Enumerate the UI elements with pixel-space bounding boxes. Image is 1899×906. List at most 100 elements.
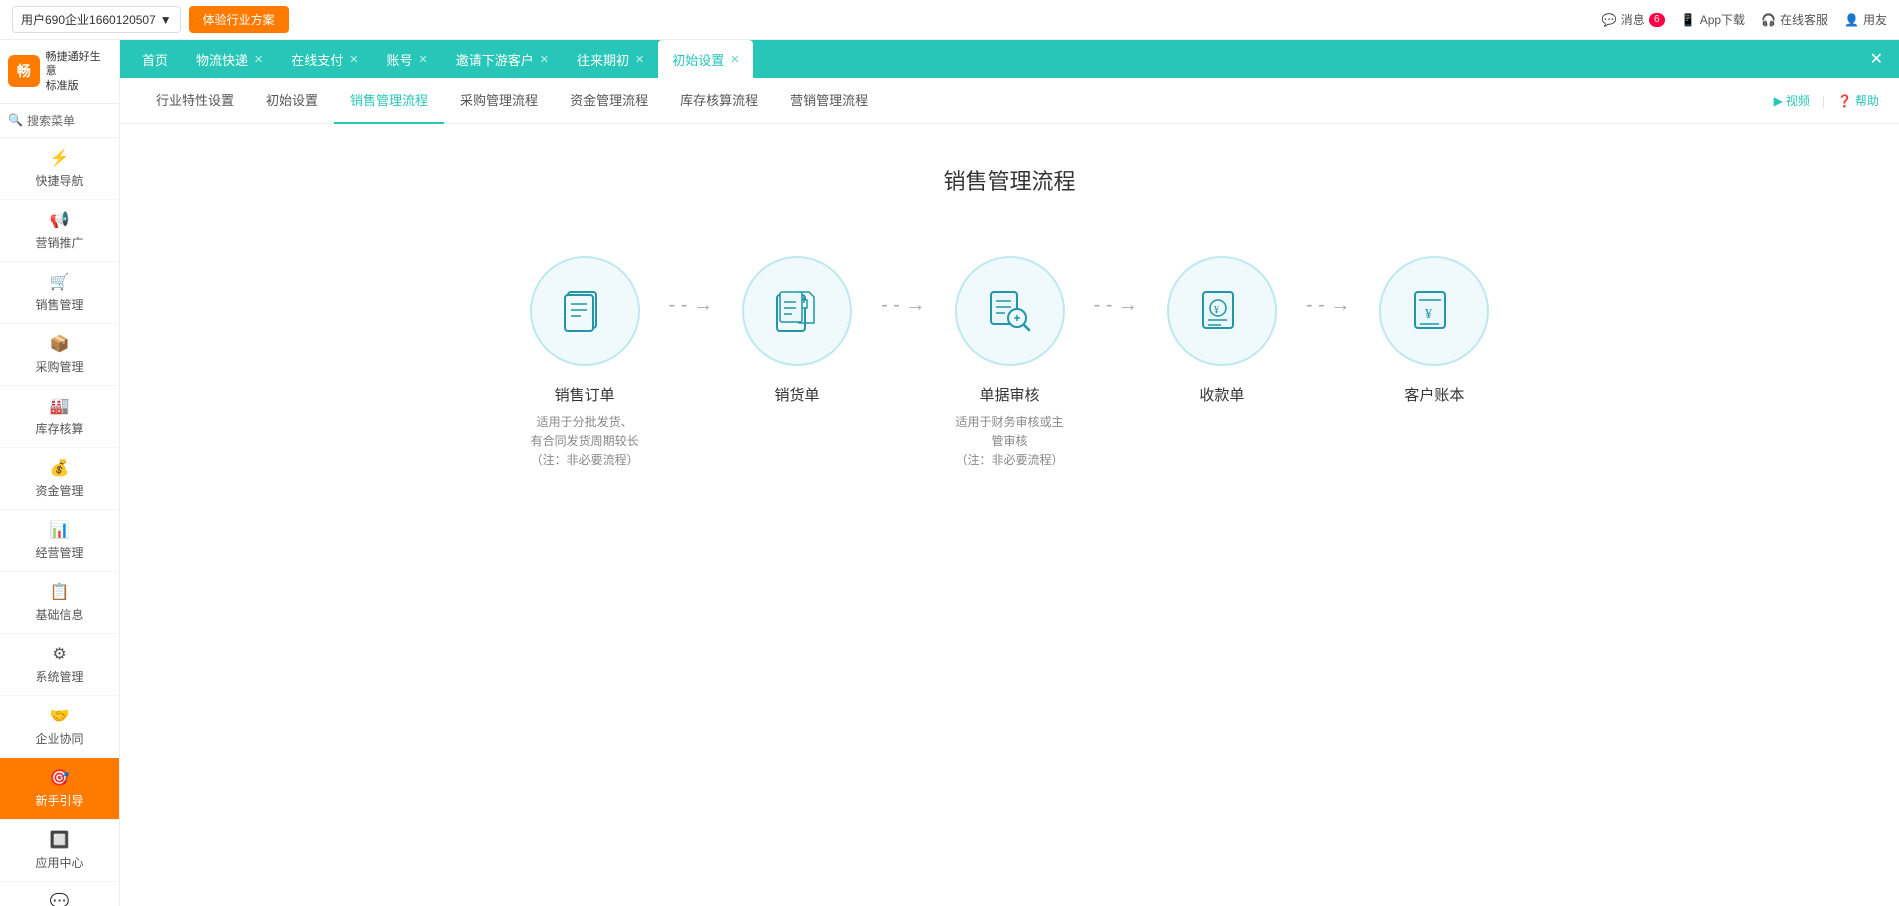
flow-circle-receipt: ¥ xyxy=(1167,256,1277,366)
sidebar-item-inventory[interactable]: 🏭 库存核算 xyxy=(0,386,119,448)
sidebar-item-enterprise-collab[interactable]: 🤝 企业协同 xyxy=(0,696,119,758)
sidebar-label-finance: 资金管理 xyxy=(35,482,83,499)
page-content: 行业特性设置初始设置 销售管理流程采购管理流程资金管理流程库存核算流程 营销管理流程… xyxy=(120,78,1899,906)
purchase-icon: 📦 xyxy=(50,334,70,354)
headset-icon: 🎧 xyxy=(1761,13,1776,27)
sub-tab-industry[interactable]: 行业特性设置 xyxy=(140,78,250,124)
sidebar-label-sales: 销售管理 xyxy=(35,296,83,313)
flow-content: 销售管理流程 销售订单 适用于分批发货、有合同发货周期较长（注：非必要流程） -… xyxy=(120,124,1899,511)
app-icon: 📱 xyxy=(1681,13,1696,27)
flow-step-name-doc-review: 单据审核 xyxy=(979,384,1039,405)
sub-tabs: 行业特性设置初始设置 销售管理流程采购管理流程资金管理流程库存核算流程 营销管理流程… xyxy=(120,78,1899,124)
flow-step-doc-review[interactable]: 单据审核 适用于财务审核或主管审核（注：非必要流程） xyxy=(930,256,1090,471)
flow-step-name-sales-invoice: 销货单 xyxy=(775,384,820,405)
close-tab-logistics[interactable]: ✕ xyxy=(254,53,263,66)
sub-tab-label-sales-flow: 销售管理流程 xyxy=(350,90,428,109)
close-tab-account[interactable]: ✕ xyxy=(419,53,428,66)
sidebar-label-quick-nav: 快捷导航 xyxy=(35,172,83,189)
main-layout: 畅 畅捷通好生意 标准版 🔍 搜索菜单 ⚡ 快捷导航 📢 营销推广 🛒 销售管理… xyxy=(0,40,1899,906)
nav-tab-account[interactable]: 账号 ✕ xyxy=(372,40,441,78)
nav-tab-payment[interactable]: 在线支付✕ xyxy=(277,40,372,78)
nav-tab-invite[interactable]: 邀请下游客户 ✕ xyxy=(442,40,563,78)
flow-step-desc-doc-review: 适用于财务审核或主管审核（注：非必要流程） xyxy=(955,413,1063,471)
flow-arrow-1: - - → xyxy=(665,294,717,317)
message-icon: 💬 xyxy=(1602,13,1617,27)
enterprise-collab-icon: 🤝 xyxy=(50,706,70,726)
flow-step-name-receipt: 收款单 xyxy=(1199,384,1244,405)
flow-step-sales-invoice[interactable]: 销货单 xyxy=(717,256,877,413)
operations-icon: 📊 xyxy=(50,520,70,540)
sub-tab-purchase-flow[interactable]: 采购管理流程 xyxy=(444,78,554,124)
sub-tab-inventory-flow[interactable]: 库存核算流程 xyxy=(664,78,774,124)
flow-step-name-sales-order: 销售订单 xyxy=(555,384,615,405)
sidebar-label-app-center: 应用中心 xyxy=(35,854,83,871)
help-icon: ❓ xyxy=(1837,94,1852,108)
flow-step-receipt[interactable]: ¥ 收款单 xyxy=(1142,256,1302,413)
close-tab-init-settings[interactable]: ✕ xyxy=(730,53,739,66)
sidebar-item-operations[interactable]: 📊 经营管理 xyxy=(0,510,119,572)
basic-info-icon: 📋 xyxy=(50,582,70,602)
sidebar-item-app-center[interactable]: 🔲 应用中心 xyxy=(0,820,119,882)
flow-steps: 销售订单 适用于分批发货、有合同发货周期较长（注：非必要流程） - - → 销货… xyxy=(180,256,1839,471)
online-service-item[interactable]: 🎧 在线客服 xyxy=(1761,11,1828,28)
sub-tabs-right: ▶ 视频 | ❓ 帮助 xyxy=(1774,92,1879,109)
system-icon: ⚙ xyxy=(52,644,66,664)
user-name-label: 用友 xyxy=(1863,11,1887,28)
top-header: 用户690企业1660120507 ▼ 体验行业方案 💬 消息 6 📱 App下… xyxy=(0,0,1899,40)
sidebar-item-purchase[interactable]: 📦 采购管理 xyxy=(0,324,119,386)
close-tab-payment[interactable]: ✕ xyxy=(349,53,358,66)
nav-tab-init-settings[interactable]: 初始设置✕ xyxy=(658,40,753,78)
flow-arrow-4: - - → xyxy=(1302,294,1354,317)
help-link[interactable]: ❓ 帮助 xyxy=(1837,92,1879,109)
svg-text:¥: ¥ xyxy=(1214,305,1219,316)
sidebar-label-inventory: 库存核算 xyxy=(35,420,83,437)
video-link[interactable]: ▶ 视频 xyxy=(1774,92,1810,109)
flow-arrow-2: - - → xyxy=(877,294,929,317)
sub-tab-init[interactable]: 初始设置 xyxy=(250,78,334,124)
close-all-tabs-button[interactable]: ✕ xyxy=(1862,49,1891,69)
flow-circle-doc-review xyxy=(955,256,1065,366)
sidebar-item-sales[interactable]: 🛒 销售管理 xyxy=(0,262,119,324)
sub-tab-sales-flow[interactable]: 销售管理流程 xyxy=(334,78,444,124)
sidebar-item-quick-nav[interactable]: ⚡ 快捷导航 xyxy=(0,138,119,200)
message-label: 消息 xyxy=(1621,11,1645,28)
sidebar-item-system[interactable]: ⚙ 系统管理 xyxy=(0,634,119,696)
sub-tab-label-init: 初始设置 xyxy=(266,90,318,109)
nav-tab-home[interactable]: 首页 xyxy=(128,40,182,78)
sidebar-label-system: 系统管理 xyxy=(35,668,83,685)
user-avatar-item[interactable]: 👤 用友 xyxy=(1844,11,1887,28)
sidebar-search[interactable]: 🔍 搜索菜单 xyxy=(0,104,119,138)
sub-tab-label-inventory-flow: 库存核算流程 xyxy=(680,90,758,109)
nav-tab-period[interactable]: 往来期初✕ xyxy=(563,40,658,78)
sub-tab-marketing-flow[interactable]: 营销管理流程 xyxy=(774,78,884,124)
sales-icon: 🛒 xyxy=(50,272,70,292)
chevron-down-icon: ▼ xyxy=(160,13,172,27)
sidebar-item-basic-info[interactable]: 📋 基础信息 xyxy=(0,572,119,634)
flow-step-customer-account[interactable]: ¥ 客户账本 xyxy=(1354,256,1514,413)
nav-tab-logistics[interactable]: 物流快递 ✕ xyxy=(182,40,277,78)
sidebar-label-marketing: 营销推广 xyxy=(35,234,83,251)
message-item[interactable]: 💬 消息 6 xyxy=(1602,11,1665,28)
sidebar-label-new-guide: 新手引导 xyxy=(35,792,83,809)
trial-button[interactable]: 体验行业方案 xyxy=(189,6,289,33)
sidebar-label-enterprise-collab: 企业协同 xyxy=(35,730,83,747)
close-tab-invite[interactable]: ✕ xyxy=(540,53,549,66)
flow-step-sales-order[interactable]: 销售订单 适用于分批发货、有合同发货周期较长（注：非必要流程） xyxy=(505,256,665,471)
nav-tab-label-invite: 邀请下游客户 xyxy=(456,50,534,69)
nav-tab-label-home: 首页 xyxy=(142,50,168,69)
close-tab-period[interactable]: ✕ xyxy=(635,53,644,66)
sidebar-item-enterprise-wechat[interactable]: 💬 企业微信 xyxy=(0,882,119,906)
sidebar-item-finance[interactable]: 💰 资金管理 xyxy=(0,448,119,510)
new-guide-icon: 🎯 xyxy=(50,768,70,788)
user-selector[interactable]: 用户690企业1660120507 ▼ xyxy=(12,6,181,33)
nav-tab-label-logistics: 物流快递 xyxy=(196,50,248,69)
divider: | xyxy=(1822,94,1825,108)
app-download-item[interactable]: 📱 App下载 xyxy=(1681,11,1745,28)
flow-circle-customer-account: ¥ xyxy=(1379,256,1489,366)
sub-tab-finance-flow[interactable]: 资金管理流程 xyxy=(554,78,664,124)
nav-tab-label-account: 账号 xyxy=(386,50,412,69)
avatar-icon: 👤 xyxy=(1844,13,1859,27)
sidebar-item-marketing[interactable]: 📢 营销推广 xyxy=(0,200,119,262)
sidebar-item-new-guide[interactable]: 🎯 新手引导 xyxy=(0,758,119,820)
sub-tab-label-marketing-flow: 营销管理流程 xyxy=(790,90,868,109)
